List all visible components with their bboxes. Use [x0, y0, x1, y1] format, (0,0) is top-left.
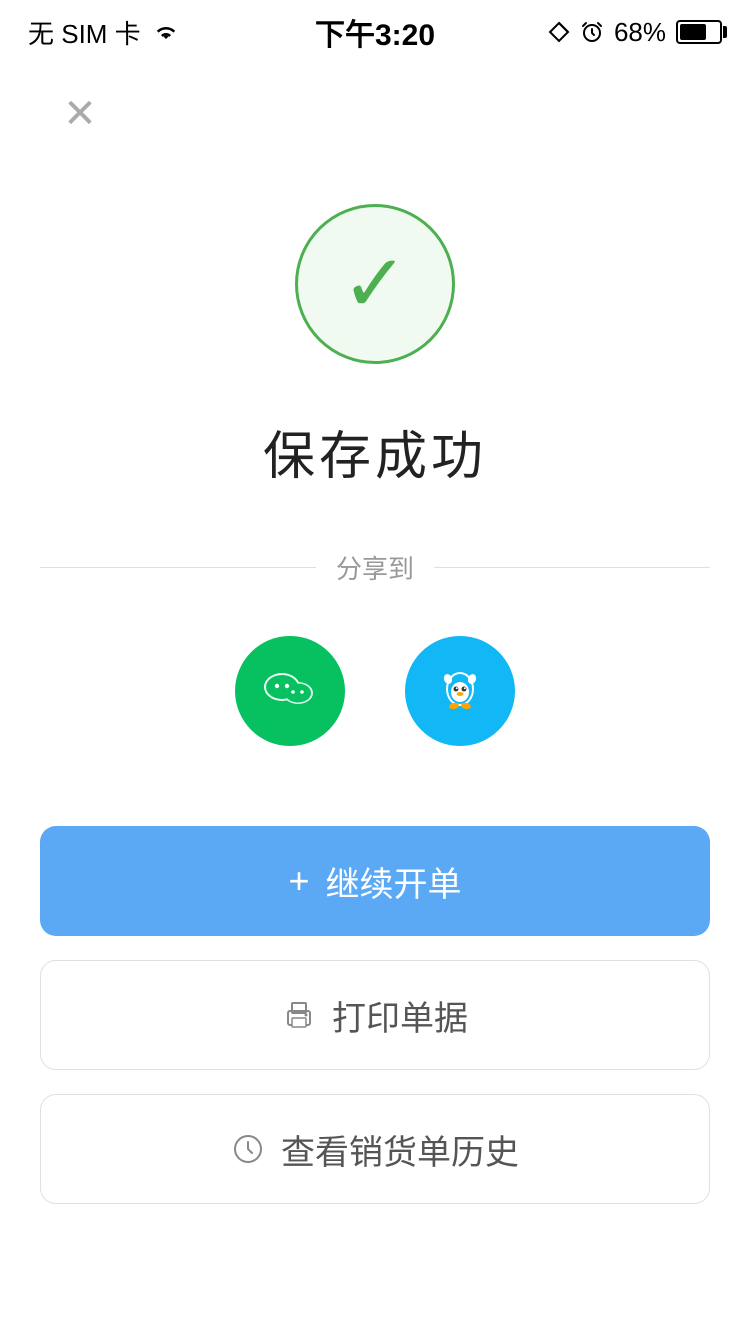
divider-line-right	[434, 567, 710, 568]
success-circle: ✓	[295, 204, 455, 364]
action-buttons: + 继续开单 打印单据 查看销货单历史	[40, 826, 710, 1204]
close-icon: ✕	[63, 94, 97, 134]
battery-percent: 68%	[614, 17, 666, 48]
status-bar: 无 SIM 卡 下午3:20 68%	[0, 0, 750, 64]
continue-label: 继续开单	[326, 857, 462, 906]
main-content: ✕ ✓ 保存成功 分享到	[0, 64, 750, 1334]
success-title: 保存成功	[263, 414, 487, 489]
alarm-icon	[580, 20, 604, 44]
share-icons-container	[235, 636, 515, 746]
checkmark-icon: ✓	[341, 244, 408, 324]
signal-text: 无 SIM 卡	[28, 14, 141, 51]
qq-icon	[428, 659, 492, 723]
print-label: 打印单据	[332, 991, 468, 1040]
status-left: 无 SIM 卡	[28, 14, 181, 51]
history-icon	[231, 1132, 265, 1166]
wifi-icon	[151, 21, 181, 43]
share-qq-button[interactable]	[405, 636, 515, 746]
print-button[interactable]: 打印单据	[40, 960, 710, 1070]
wechat-icon	[258, 659, 322, 723]
share-label: 分享到	[336, 549, 414, 586]
history-label: 查看销货单历史	[281, 1125, 519, 1174]
history-button[interactable]: 查看销货单历史	[40, 1094, 710, 1204]
close-button[interactable]: ✕	[50, 84, 110, 144]
status-right: 68%	[548, 17, 722, 48]
battery-icon	[676, 20, 722, 44]
share-section: 分享到	[40, 549, 710, 746]
continue-icon: +	[288, 860, 309, 902]
share-divider: 分享到	[40, 549, 710, 586]
print-icon	[282, 998, 316, 1032]
continue-button[interactable]: + 继续开单	[40, 826, 710, 936]
divider-line-left	[40, 567, 316, 568]
share-wechat-button[interactable]	[235, 636, 345, 746]
location-icon	[548, 21, 570, 43]
status-time: 下午3:20	[315, 10, 435, 54]
